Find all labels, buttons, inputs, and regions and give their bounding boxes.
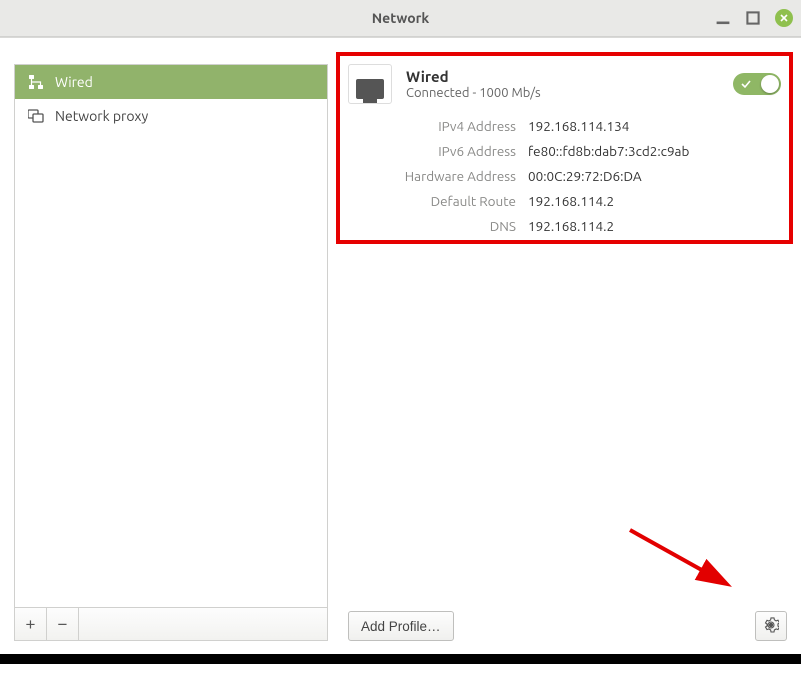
detail-label: Default Route: [348, 193, 516, 209]
window: Network: [0, 0, 801, 664]
detail-label: IPv6 Address: [348, 143, 516, 159]
window-controls: [715, 0, 793, 36]
body: Wired Network proxy + −: [0, 37, 801, 655]
connection-details: IPv4 Address 192.168.114.134 IPv6 Addres…: [348, 118, 781, 234]
gear-icon: [763, 617, 779, 636]
detail-value: 192.168.114.2: [528, 218, 781, 234]
sidebar-item-network-proxy[interactable]: Network proxy: [15, 99, 327, 133]
detail-value: 192.168.114.134: [528, 118, 781, 134]
sidebar-item-label: Wired: [55, 74, 93, 90]
add-connection-button[interactable]: +: [15, 608, 47, 640]
wired-icon: [27, 73, 45, 91]
sidebar-item-label: Network proxy: [55, 108, 148, 124]
main-footer: Add Profile…: [348, 611, 787, 641]
window-title: Network: [0, 0, 801, 36]
connection-status: Connected - 1000 Mb/s: [406, 86, 541, 100]
connection-heading: Wired Connected - 1000 Mb/s: [406, 68, 541, 100]
detail-value: fe80::fd8b:dab7:3cd2:c9ab: [528, 143, 781, 159]
detail-value: 00:0C:29:72:D6:DA: [528, 168, 781, 184]
annotation-highlight-box: Wired Connected - 1000 Mb/s IPv4 Address…: [336, 52, 793, 244]
detail-label: IPv4 Address: [348, 118, 516, 134]
connection-header: Wired Connected - 1000 Mb/s: [348, 64, 781, 104]
proxy-icon: [27, 107, 45, 125]
bottom-strip: [0, 654, 801, 664]
sidebar-column: Wired Network proxy + −: [14, 64, 328, 641]
minimize-button[interactable]: [715, 10, 731, 26]
maximize-button[interactable]: [745, 10, 761, 26]
remove-connection-button[interactable]: −: [47, 608, 79, 640]
connection-toggle[interactable]: [733, 73, 781, 95]
titlebar: Network: [0, 0, 801, 37]
detail-label: Hardware Address: [348, 168, 516, 184]
detail-value: 192.168.114.2: [528, 193, 781, 209]
detail-label: DNS: [348, 218, 516, 234]
sidebar-actions: + −: [14, 608, 328, 641]
add-profile-button[interactable]: Add Profile…: [348, 611, 454, 641]
connection-name: Wired: [406, 68, 541, 86]
sidebar-list: Wired Network proxy: [14, 64, 328, 608]
main-column: Wired Connected - 1000 Mb/s IPv4 Address…: [348, 64, 787, 641]
close-button[interactable]: [775, 9, 793, 27]
sidebar-item-wired[interactable]: Wired: [15, 65, 327, 99]
settings-gear-button[interactable]: [755, 611, 787, 641]
ethernet-icon: [348, 64, 392, 104]
